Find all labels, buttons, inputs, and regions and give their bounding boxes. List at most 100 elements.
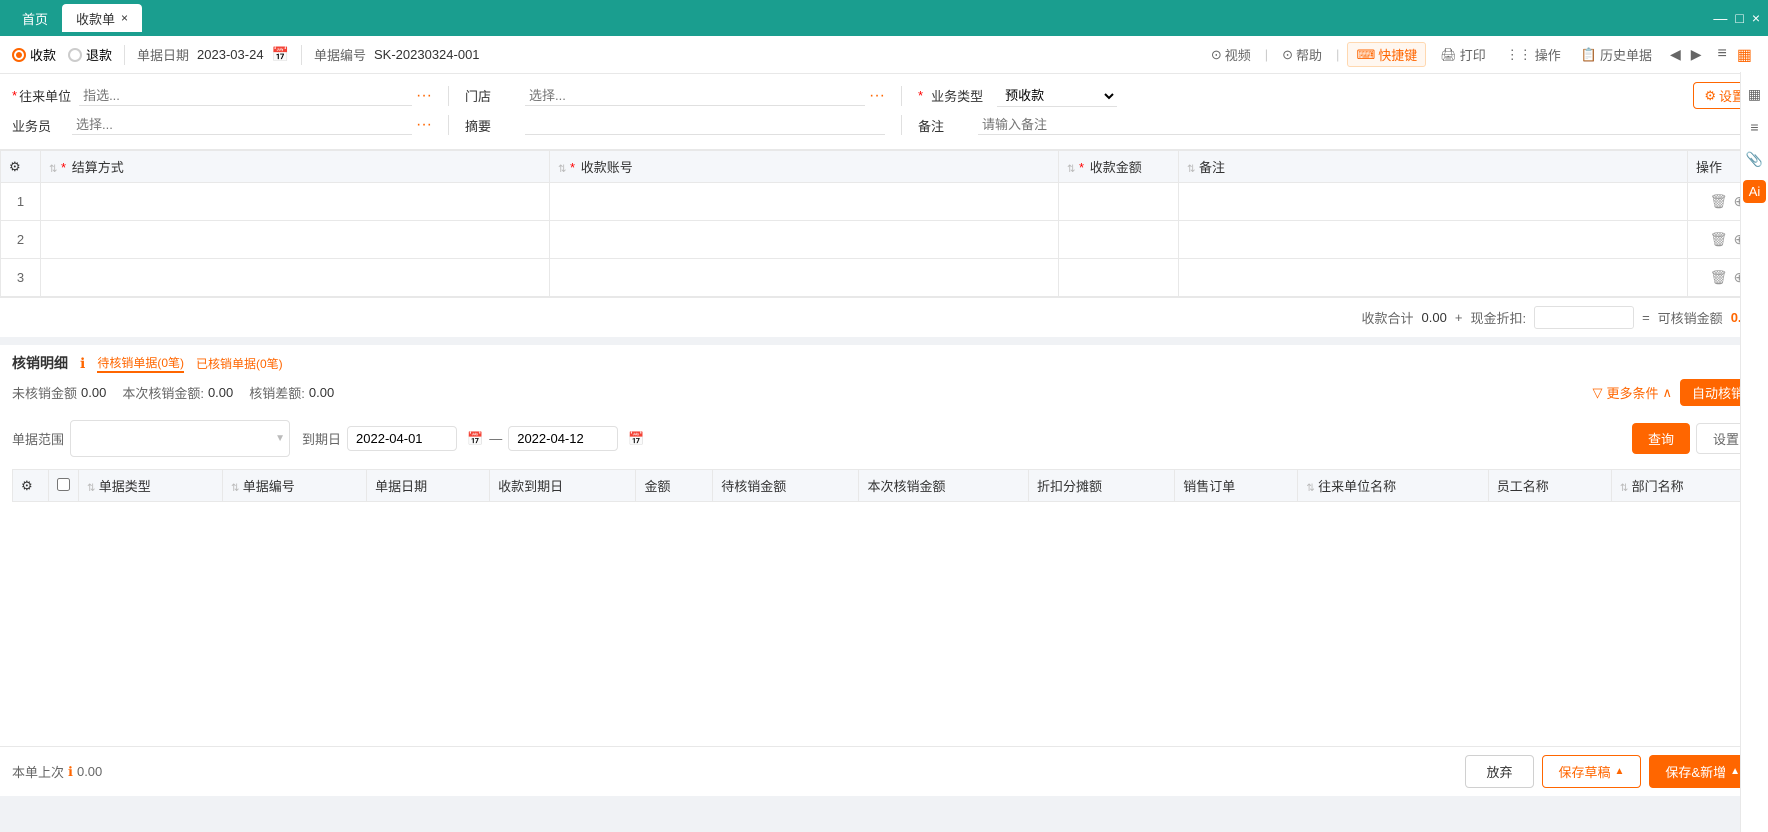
row-1-delete-btn[interactable]: 🗑 — [1710, 193, 1728, 210]
video-icon: ⊙ — [1211, 47, 1222, 63]
row-2-account[interactable] — [550, 221, 1059, 259]
summary-input[interactable] — [525, 115, 885, 135]
date-to-input[interactable] — [508, 426, 618, 451]
bth-discount: 折扣分摊额 — [1028, 470, 1174, 502]
bth-staff: 员工名称 — [1488, 470, 1611, 502]
row-2-delete-btn[interactable]: 🗑 — [1710, 231, 1728, 248]
available-label: 可核销金额 — [1658, 308, 1723, 327]
row-2-remark[interactable] — [1179, 221, 1688, 259]
calendar-icon[interactable]: 📅 — [272, 46, 289, 63]
row-1-settlement[interactable] — [41, 183, 550, 221]
window-max-btn[interactable]: □ — [1735, 10, 1743, 26]
row-2-amount-input[interactable] — [1059, 226, 1178, 253]
row-1-settlement-input[interactable] — [41, 188, 549, 215]
date-from-input[interactable] — [347, 426, 457, 451]
calendar-to-icon[interactable]: 📅 — [628, 431, 644, 447]
tab-close-icon[interactable]: × — [121, 11, 128, 25]
print-btn[interactable]: 🖨 打印 — [1434, 43, 1492, 66]
row-3-amount[interactable] — [1059, 259, 1179, 297]
row-1-account[interactable] — [550, 183, 1059, 221]
row-1-amount-input[interactable] — [1059, 188, 1178, 215]
radio-receive[interactable]: 收款 — [12, 45, 56, 64]
uncancelled-label: 未核销金额 — [12, 383, 77, 402]
video-btn[interactable]: ⊙ 视频 — [1205, 43, 1257, 66]
query-btn[interactable]: 查询 — [1632, 423, 1690, 454]
store-label: 门店 — [465, 86, 525, 105]
staff-input[interactable] — [72, 115, 412, 135]
row-2-remark-input[interactable] — [1179, 226, 1687, 253]
bth-type: ⇅ 单据类型 — [79, 470, 223, 502]
operation-btn[interactable]: ⋮⋮ 操作 — [1500, 43, 1567, 66]
th-settings[interactable]: ⚙ — [1, 151, 41, 183]
abandon-btn[interactable]: 放弃 — [1465, 755, 1533, 788]
sidebar-ai-btn[interactable]: Ai — [1743, 180, 1767, 203]
section-divider — [0, 337, 1768, 345]
reconcile-info-icon[interactable]: ℹ — [80, 355, 85, 372]
row-2-settlement-input[interactable] — [41, 226, 549, 253]
store-field: 门店 ··· — [465, 86, 885, 106]
history-btn[interactable]: 📋 历史单据 — [1575, 43, 1658, 66]
window-controls: — □ × — [1713, 10, 1760, 26]
row-1-amount[interactable] — [1059, 183, 1179, 221]
view-list-btn[interactable]: ≡ — [1714, 45, 1731, 65]
nav-next-btn[interactable]: ▶ — [1687, 46, 1706, 63]
save-draft-btn[interactable]: 保存草稿 ▲ — [1542, 755, 1642, 788]
bth-settings[interactable]: ⚙ — [13, 470, 49, 502]
main-content: 收款 退款 单据日期 2023-03-24 📅 单据编号 SK-20230324… — [0, 36, 1768, 796]
view-form-btn[interactable]: ▦ — [1733, 45, 1756, 65]
divider-4 — [901, 115, 902, 135]
date-value: 2023-03-24 — [197, 47, 264, 62]
row-3-remark[interactable] — [1179, 259, 1688, 297]
help-btn[interactable]: ⊙ 帮助 — [1276, 43, 1328, 66]
row-2-account-input[interactable] — [550, 226, 1058, 253]
done-tab[interactable]: 已核销单据(0笔) — [196, 355, 283, 372]
sidebar-table-icon[interactable]: ▦ — [1742, 80, 1767, 109]
nav-prev-btn[interactable]: ◀ — [1666, 46, 1685, 63]
partner-input[interactable] — [79, 86, 412, 106]
row-3-settlement-input[interactable] — [41, 264, 549, 291]
partner-more-btn[interactable]: ··· — [416, 87, 432, 105]
sidebar-attach-icon[interactable]: 📎 — [1740, 145, 1768, 174]
tab-receipt[interactable]: 收款单 × — [62, 4, 142, 32]
row-1-remark[interactable] — [1179, 183, 1688, 221]
calendar-from-icon[interactable]: 📅 — [467, 431, 483, 447]
row-1-remark-input[interactable] — [1179, 188, 1687, 215]
window-min-btn[interactable]: — — [1713, 10, 1727, 26]
discount-input[interactable] — [1534, 306, 1634, 329]
tab-home[interactable]: 首页 — [8, 4, 62, 32]
table-row: 2 🗑 ⊕ — [1, 221, 1768, 259]
btype-required: * — [918, 88, 923, 103]
row-2-amount[interactable] — [1059, 221, 1179, 259]
summary-row: 收款合计 0.00 + 现金折扣: = 可核销金额 0.00 — [0, 297, 1768, 337]
save-new-caret: ▲ — [1730, 766, 1740, 777]
toolbar-right: ⊙ 视频 | ⊙ 帮助 | ⌨ 快捷键 🖨 打印 ⋮⋮ 操作 📋 — [1205, 42, 1756, 67]
row-3-amount-input[interactable] — [1059, 264, 1178, 291]
staff-more-btn[interactable]: ··· — [416, 116, 432, 134]
row-3-settlement[interactable] — [41, 259, 550, 297]
bth-checkbox[interactable] — [49, 470, 79, 502]
business-type-select[interactable]: 预收款 — [997, 85, 1117, 107]
select-all-checkbox[interactable] — [57, 478, 70, 491]
uncancelled-value: 0.00 — [81, 385, 106, 400]
prev-info-icon[interactable]: ℹ — [68, 764, 73, 780]
more-conditions-btn[interactable]: ▽ 更多条件 ∧ — [1592, 383, 1672, 402]
store-more-btn[interactable]: ··· — [869, 87, 885, 105]
separator-2 — [301, 45, 302, 65]
row-1-account-input[interactable] — [550, 188, 1058, 215]
row-3-account-input[interactable] — [550, 264, 1058, 291]
store-input[interactable] — [525, 86, 865, 106]
shortcut-btn[interactable]: ⌨ 快捷键 — [1347, 42, 1426, 67]
sidebar-list-icon[interactable]: ≡ — [1744, 113, 1764, 141]
table-section: ⚙ ⇅ * 结算方式 ⇅ * 收款账号 ⇅ * 收款 — [0, 150, 1768, 297]
window-close-btn[interactable]: × — [1752, 10, 1760, 26]
range-select[interactable]: ▼ — [70, 420, 290, 457]
row-2-settlement[interactable] — [41, 221, 550, 259]
row-3-account[interactable] — [550, 259, 1059, 297]
row-3-remark-input[interactable] — [1179, 264, 1687, 291]
tab-home-label: 首页 — [22, 9, 48, 28]
radio-refund[interactable]: 退款 — [68, 45, 112, 64]
bottom-table-wrapper: ⚙ ⇅ 单据类型 ⇅ 单据编号 — [12, 469, 1756, 502]
pending-tab[interactable]: 待核销单据(0笔) — [97, 354, 184, 373]
remark-input[interactable] — [978, 115, 1756, 135]
row-3-delete-btn[interactable]: 🗑 — [1710, 269, 1728, 286]
